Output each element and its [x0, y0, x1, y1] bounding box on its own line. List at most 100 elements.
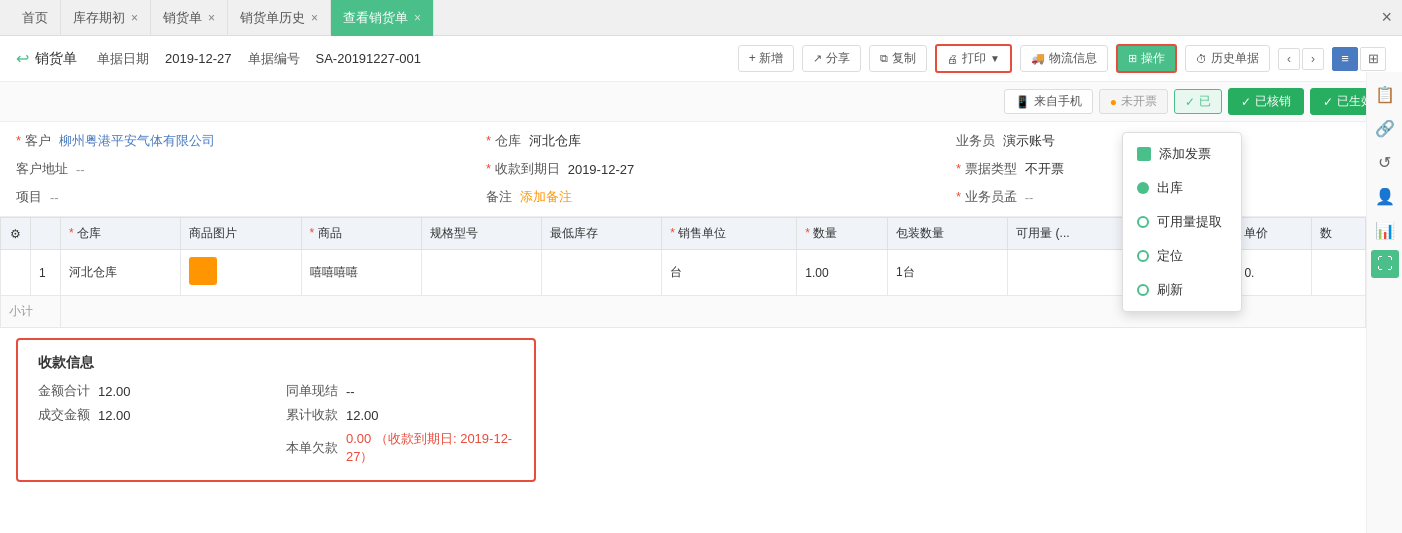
menu-outbound[interactable]: 出库 — [1123, 171, 1241, 205]
sidebar-icon-5[interactable]: 📊 — [1371, 216, 1399, 244]
menu-locate[interactable]: 定位 — [1123, 239, 1241, 273]
logistics-icon: 🚚 — [1031, 52, 1045, 65]
date-label: 单据日期 — [97, 50, 149, 68]
transaction-label: 成交金额 — [38, 406, 90, 424]
col-quantity: * 数量 — [797, 218, 888, 250]
copy-button[interactable]: ⧉ 复制 — [869, 45, 927, 72]
new-button[interactable]: + 新增 — [738, 45, 794, 72]
project-value: -- — [50, 190, 59, 205]
check-button[interactable]: ✓ 已 — [1174, 89, 1222, 114]
grid-view-toggle[interactable]: ⊞ — [1360, 47, 1386, 71]
close-history-tab[interactable]: × — [311, 11, 318, 25]
list-view-toggle[interactable]: ≡ — [1332, 47, 1358, 71]
note-label: 备注 — [486, 188, 512, 206]
col-min-stock: 最低库存 — [542, 218, 662, 250]
menu-add-invoice[interactable]: 添加发票 — [1123, 137, 1241, 171]
available-qty-icon — [1137, 216, 1149, 228]
phone-icon: 📱 — [1015, 95, 1030, 109]
warehouse-field: 仓库 河北仓库 — [486, 132, 916, 150]
tab-inventory[interactable]: 库存期初 × — [61, 0, 151, 36]
same-order-label: 同单现结 — [286, 382, 338, 400]
cumulative-value: 12.00 — [346, 408, 379, 423]
payment-info-box: 收款信息 金额合计 12.00 同单现结 -- 成交金额 12.00 累计收款 … — [16, 338, 536, 482]
number-label: 单据编号 — [248, 50, 300, 68]
cell-warehouse: 河北仓库 — [61, 250, 181, 296]
col-rownum — [31, 218, 61, 250]
sidebar-icon-2[interactable]: 🔗 — [1371, 114, 1399, 142]
col-product-img: 商品图片 — [181, 218, 301, 250]
nav-arrows: ‹ › — [1278, 48, 1324, 70]
from-phone-button[interactable]: 📱 来自手机 — [1004, 89, 1093, 114]
operation-button[interactable]: ⊞ 操作 — [1116, 44, 1177, 73]
logistics-button[interactable]: 🚚 物流信息 — [1020, 45, 1108, 72]
employee-label: 业务员 — [956, 132, 995, 150]
ticket-type-label: 票据类型 — [956, 160, 1017, 178]
not-open-button[interactable]: ● 未开票 — [1099, 89, 1168, 114]
tab-view-sales-label: 查看销货单 — [343, 9, 408, 27]
cell-rownum: 1 — [31, 250, 61, 296]
menu-refresh[interactable]: 刷新 — [1123, 273, 1241, 307]
subtotal-label: 小计 — [1, 296, 61, 328]
col-spec: 规格型号 — [421, 218, 541, 250]
operation-dropdown: 添加发票 出库 可用量提取 定位 刷新 — [1122, 132, 1242, 312]
cell-sales-unit: 台 — [662, 250, 797, 296]
tab-sales-history[interactable]: 销货单历史 × — [228, 0, 331, 36]
share-icon: ↗ — [813, 52, 822, 65]
close-all-icon[interactable]: × — [1381, 7, 1392, 28]
tab-bar: 首页 库存期初 × 销货单 × 销货单历史 × 查看销货单 × × — [0, 0, 1402, 36]
customer-value[interactable]: 柳州粤港平安气体有限公司 — [59, 132, 215, 150]
prev-arrow[interactable]: ‹ — [1278, 48, 1300, 70]
copy-icon: ⧉ — [880, 52, 888, 65]
close-inventory-tab[interactable]: × — [131, 11, 138, 25]
sidebar-icon-3[interactable]: ↺ — [1371, 148, 1399, 176]
tab-view-sales[interactable]: 查看销货单 × — [331, 0, 434, 36]
warehouse-label: 仓库 — [486, 132, 521, 150]
tab-sales[interactable]: 销货单 × — [151, 0, 228, 36]
address-label: 客户地址 — [16, 160, 68, 178]
doc-actions: + 新增 ↗ 分享 ⧉ 复制 🖨 打印 ▼ 🚚 物流信息 — [738, 44, 1386, 73]
not-open-icon: ● — [1110, 95, 1117, 109]
sidebar-icon-1[interactable]: 📋 — [1371, 80, 1399, 108]
cell-settings — [1, 250, 31, 296]
date-value: 2019-12-27 — [165, 51, 232, 66]
toolbar-row: 📱 来自手机 ● 未开票 ✓ 已 ✓ 已核销 ✓ 已生效 — [0, 82, 1402, 122]
share-button[interactable]: ↗ 分享 — [802, 45, 861, 72]
locate-icon — [1137, 250, 1149, 262]
tab-sales-label: 销货单 — [163, 9, 202, 27]
sidebar-icon-4[interactable]: 👤 — [1371, 182, 1399, 210]
print-button[interactable]: 🖨 打印 ▼ — [935, 44, 1012, 73]
effective-icon: ✓ — [1323, 95, 1333, 109]
project-field: 项目 -- — [16, 188, 446, 206]
total-value: 12.00 — [98, 384, 131, 399]
close-view-tab[interactable]: × — [414, 11, 421, 25]
history-button[interactable]: ⏱ 历史单据 — [1185, 45, 1270, 72]
col-more: 数 — [1312, 218, 1366, 250]
next-arrow[interactable]: › — [1302, 48, 1324, 70]
add-note-button[interactable]: 添加备注 — [520, 188, 572, 206]
canceled-button[interactable]: ✓ 已核销 — [1228, 88, 1304, 115]
warehouse-value: 河北仓库 — [529, 132, 581, 150]
cumulative-row: 累计收款 12.00 — [286, 406, 514, 424]
cell-available — [1008, 250, 1138, 296]
add-invoice-icon — [1137, 147, 1151, 161]
employee-value: 演示账号 — [1003, 132, 1055, 150]
cell-product-img — [181, 250, 301, 296]
number-value: SA-20191227-001 — [316, 51, 422, 66]
product-image — [189, 257, 217, 285]
address-field: 客户地址 -- — [16, 160, 446, 178]
current-due-value: 0.00 （收款到期日: 2019-12-27） — [346, 430, 514, 466]
due-date-value: 2019-12-27 — [568, 162, 635, 177]
menu-available-qty[interactable]: 可用量提取 — [1123, 205, 1241, 239]
tab-home[interactable]: 首页 — [10, 0, 61, 36]
project-label: 项目 — [16, 188, 42, 206]
current-due-row: 本单欠款 0.00 （收款到期日: 2019-12-27） — [286, 430, 514, 466]
close-sales-tab[interactable]: × — [208, 11, 215, 25]
payment-title: 收款信息 — [38, 354, 514, 372]
doc-meta: 单据日期 2019-12-27 单据编号 SA-20191227-001 — [97, 50, 421, 68]
sales-order-icon: ↩ — [16, 49, 29, 68]
col-settings[interactable]: ⚙ — [1, 218, 31, 250]
sidebar-icon-expand[interactable]: ⛶ — [1371, 250, 1399, 278]
doc-title: ↩ 销货单 — [16, 49, 77, 68]
doc-type: 销货单 — [35, 50, 77, 68]
print-icon: 🖨 — [947, 53, 958, 65]
